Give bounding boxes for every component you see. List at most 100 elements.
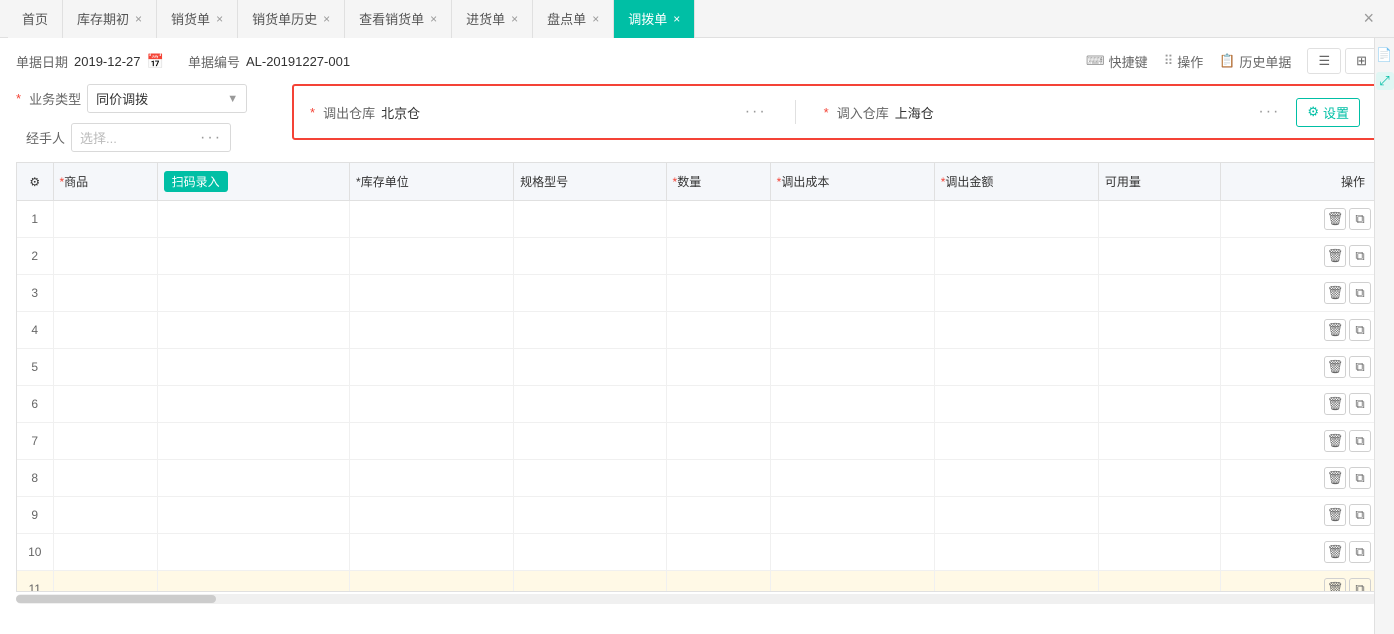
tab-sales-order[interactable]: 销货单 ×	[157, 0, 238, 38]
delete-icon[interactable]: 🗑	[1324, 504, 1346, 526]
settings-button[interactable]: ⚙ 设置	[1296, 98, 1360, 127]
product-cell[interactable]	[53, 534, 157, 571]
th-settings[interactable]: ⚙	[17, 163, 53, 201]
copy-icon[interactable]: ⧉	[1349, 504, 1371, 526]
handler-more-icon[interactable]: ···	[200, 129, 222, 147]
qty-cell[interactable]	[666, 312, 770, 349]
qty-cell[interactable]	[666, 238, 770, 275]
operate-action[interactable]: ⠿ 操作	[1164, 52, 1204, 71]
product-cell[interactable]	[53, 497, 157, 534]
cost-cell[interactable]	[770, 312, 934, 349]
layout-list-btn[interactable]: ☰	[1307, 48, 1341, 74]
delete-icon[interactable]: 🗑	[1324, 393, 1346, 415]
tab-purchase-close[interactable]: ×	[511, 12, 518, 26]
delete-icon[interactable]: 🗑	[1324, 208, 1346, 230]
cost-cell[interactable]	[770, 571, 934, 593]
cost-cell[interactable]	[770, 386, 934, 423]
tab-inventory-init-close[interactable]: ×	[135, 12, 142, 26]
amount-cell[interactable]	[934, 312, 1098, 349]
product-cell[interactable]	[53, 312, 157, 349]
product-cell[interactable]	[53, 460, 157, 497]
warehouse-out-more-icon[interactable]: ···	[745, 103, 767, 121]
amount-cell[interactable]	[934, 275, 1098, 312]
handler-select[interactable]: 选择... ···	[71, 123, 231, 152]
amount-cell[interactable]	[934, 423, 1098, 460]
tab-purchase[interactable]: 进货单 ×	[452, 0, 533, 38]
qty-cell[interactable]	[666, 275, 770, 312]
amount-cell[interactable]	[934, 201, 1098, 238]
qty-cell[interactable]	[666, 386, 770, 423]
qty-cell[interactable]	[666, 349, 770, 386]
cost-cell[interactable]	[770, 238, 934, 275]
cost-cell[interactable]	[770, 497, 934, 534]
copy-icon[interactable]: ⧉	[1349, 208, 1371, 230]
copy-icon[interactable]: ⧉	[1349, 282, 1371, 304]
delete-icon[interactable]: 🗑	[1324, 319, 1346, 341]
cost-cell[interactable]	[770, 423, 934, 460]
delete-icon[interactable]: 🗑	[1324, 578, 1346, 592]
copy-icon[interactable]: ⧉	[1349, 541, 1371, 563]
qty-cell[interactable]	[666, 423, 770, 460]
product-cell[interactable]	[53, 386, 157, 423]
product-cell[interactable]	[53, 201, 157, 238]
tab-inventory-check-close[interactable]: ×	[592, 12, 599, 26]
horizontal-scrollbar[interactable]	[16, 594, 1378, 604]
tab-sales-history[interactable]: 销货单历史 ×	[238, 0, 345, 38]
copy-icon[interactable]: ⧉	[1349, 319, 1371, 341]
sidebar-expand-icon[interactable]: ⤢	[1376, 72, 1394, 90]
sidebar-doc-icon[interactable]: 📄	[1376, 46, 1394, 64]
qty-cell[interactable]	[666, 571, 770, 593]
tab-transfer[interactable]: 调拨单 ×	[614, 0, 695, 38]
business-type-chevron: ▼	[227, 93, 238, 105]
cost-cell[interactable]	[770, 534, 934, 571]
business-type-select[interactable]: 同价调拨 ▼	[87, 84, 247, 113]
copy-icon[interactable]: ⧉	[1349, 578, 1371, 592]
amount-cell[interactable]	[934, 571, 1098, 593]
shortcut-action[interactable]: ⌨ 快捷键	[1086, 52, 1148, 71]
amount-cell[interactable]	[934, 460, 1098, 497]
tab-sales-order-close[interactable]: ×	[216, 12, 223, 26]
qty-cell[interactable]	[666, 460, 770, 497]
scrollbar-thumb[interactable]	[16, 595, 216, 603]
amount-cell[interactable]	[934, 534, 1098, 571]
tab-transfer-close[interactable]: ×	[673, 12, 680, 26]
copy-icon[interactable]: ⧉	[1349, 467, 1371, 489]
cost-cell[interactable]	[770, 201, 934, 238]
window-close-button[interactable]: ×	[1351, 8, 1386, 29]
scan-button[interactable]: 扫码录入	[164, 171, 228, 192]
copy-icon[interactable]: ⧉	[1349, 245, 1371, 267]
copy-icon[interactable]: ⧉	[1349, 356, 1371, 378]
tab-inventory-init[interactable]: 库存期初 ×	[63, 0, 157, 38]
delete-icon[interactable]: 🗑	[1324, 467, 1346, 489]
amount-cell[interactable]	[934, 349, 1098, 386]
amount-cell[interactable]	[934, 386, 1098, 423]
qty-cell[interactable]	[666, 497, 770, 534]
cost-cell[interactable]	[770, 460, 934, 497]
copy-icon[interactable]: ⧉	[1349, 430, 1371, 452]
product-cell[interactable]	[53, 423, 157, 460]
delete-icon[interactable]: 🗑	[1324, 282, 1346, 304]
product-cell[interactable]	[53, 238, 157, 275]
product-cell[interactable]	[53, 349, 157, 386]
delete-icon[interactable]: 🗑	[1324, 430, 1346, 452]
tab-sales-history-close[interactable]: ×	[323, 12, 330, 26]
delete-icon[interactable]: 🗑	[1324, 541, 1346, 563]
amount-cell[interactable]	[934, 497, 1098, 534]
delete-icon[interactable]: 🗑	[1324, 356, 1346, 378]
qty-cell[interactable]	[666, 534, 770, 571]
delete-icon[interactable]: 🗑	[1324, 245, 1346, 267]
calendar-icon[interactable]: 📅	[147, 53, 164, 70]
history-action[interactable]: 📋 历史单据	[1219, 52, 1291, 71]
amount-cell[interactable]	[934, 238, 1098, 275]
warehouse-in-more-icon[interactable]: ···	[1258, 103, 1280, 121]
copy-icon[interactable]: ⧉	[1349, 393, 1371, 415]
qty-cell[interactable]	[666, 201, 770, 238]
cost-cell[interactable]	[770, 349, 934, 386]
tab-home[interactable]: 首页	[8, 0, 63, 38]
product-cell[interactable]	[53, 571, 157, 593]
cost-cell[interactable]	[770, 275, 934, 312]
tab-view-sales[interactable]: 查看销货单 ×	[345, 0, 452, 38]
product-cell[interactable]	[53, 275, 157, 312]
tab-view-sales-close[interactable]: ×	[430, 12, 437, 26]
tab-inventory-check[interactable]: 盘点单 ×	[533, 0, 614, 38]
